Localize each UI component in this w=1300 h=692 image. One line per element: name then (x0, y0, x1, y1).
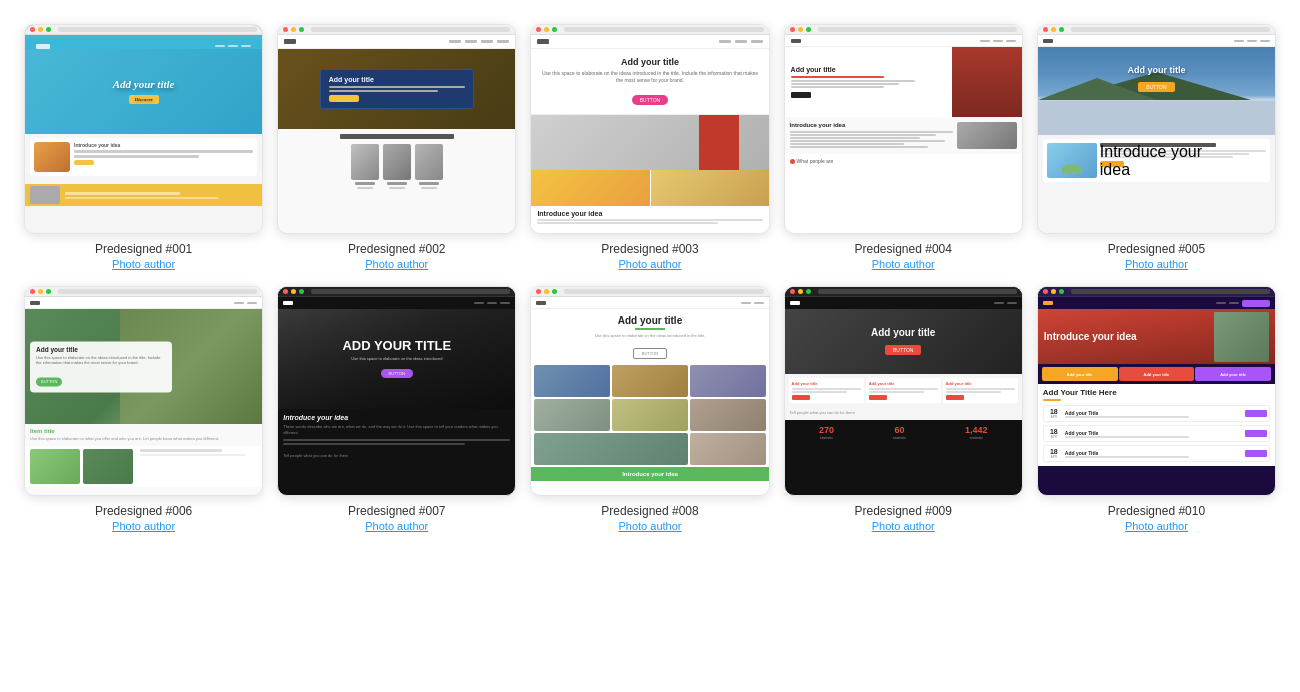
template-grid: Add your title Discover Introduce your i… (24, 24, 1276, 532)
t004-hero-btn[interactable] (791, 92, 811, 98)
template-label-002: Predesigned #002 (348, 242, 445, 256)
t009-stat2: 60 (893, 425, 906, 435)
t004-sec-title: Introduce your idea (790, 122, 953, 128)
t010-hero-title: Introduce your idea (1044, 331, 1214, 342)
template-author-006[interactable]: Photo author (112, 520, 175, 532)
t010-row-btn-1[interactable] (1245, 410, 1267, 417)
template-label-004: Predesigned #004 (854, 242, 951, 256)
t010-tab3[interactable]: Add your title (1220, 372, 1246, 377)
template-preview-005[interactable]: Add your title BUTTON Introduce your ide… (1037, 24, 1276, 234)
template-label-010: Predesigned #010 (1108, 504, 1205, 518)
template-author-009[interactable]: Photo author (872, 520, 935, 532)
template-preview-001[interactable]: Add your title Discover Introduce your i… (24, 24, 263, 234)
t009-card-btn-2[interactable] (869, 395, 887, 400)
template-item-002[interactable]: Add your title (277, 24, 516, 270)
t008-hero-btn[interactable]: BUTTON (633, 348, 667, 359)
template-author-007[interactable]: Photo author (365, 520, 428, 532)
template-item-010[interactable]: Introduce your idea Add your title Add y… (1037, 286, 1276, 532)
template-author-010[interactable]: Photo author (1125, 520, 1188, 532)
template-item-005[interactable]: Add your title BUTTON Introduce your ide… (1037, 24, 1276, 270)
t009-stat1: 270 (819, 425, 834, 435)
template-item-008[interactable]: Add your title Use this space to elabora… (530, 286, 769, 532)
template-label-005: Predesigned #005 (1108, 242, 1205, 256)
template-author-005[interactable]: Photo author (1125, 258, 1188, 270)
t009-stat3: 1,442 (965, 425, 988, 435)
t009-hero-btn[interactable]: BUTTON (885, 345, 921, 355)
template-author-002[interactable]: Photo author (365, 258, 428, 270)
t007-hero-btn[interactable]: BUTTON (381, 369, 413, 378)
t003-hero-title: Add your title (539, 57, 760, 67)
template-author-008[interactable]: Photo author (618, 520, 681, 532)
t006-hero-title: Add your title (36, 346, 166, 353)
t006-sec-title: Item title (30, 428, 257, 434)
template-preview-003[interactable]: Add your title Use this space to elabora… (530, 24, 769, 234)
template-item-001[interactable]: Add your title Discover Introduce your i… (24, 24, 263, 270)
t004-hero-title: Add your title (791, 66, 946, 73)
template-item-003[interactable]: Add your title Use this space to elabora… (530, 24, 769, 270)
t008-section-title: Introduce your idea (535, 471, 764, 477)
template-preview-009[interactable]: Add your title BUTTON Add your title Add… (784, 286, 1023, 496)
template-author-003[interactable]: Photo author (618, 258, 681, 270)
template-label-003: Predesigned #003 (601, 242, 698, 256)
t010-tab1[interactable]: Add your title (1067, 372, 1093, 377)
t007-sec-title: Introduce your idea (283, 414, 510, 421)
t003-section-title: Introduce your idea (537, 210, 762, 217)
template-preview-010[interactable]: Introduce your idea Add your title Add y… (1037, 286, 1276, 496)
t008-hero-title: Add your title (539, 315, 760, 326)
t007-hero-title: Add your title (342, 339, 451, 353)
template-label-006: Predesigned #006 (95, 504, 192, 518)
t005-hero-btn[interactable]: BUTTON (1138, 82, 1174, 92)
t010-main-title: Add Your Title Here (1043, 388, 1270, 397)
template-preview-004[interactable]: Add your title Introduce your idea (784, 24, 1023, 234)
t010-row-btn-2[interactable] (1245, 430, 1267, 437)
t002-hero-btn[interactable] (329, 95, 359, 102)
t001-hero-title: Add your title (113, 78, 175, 90)
t002-hero-title: Add your title (329, 76, 465, 83)
template-label-009: Predesigned #009 (854, 504, 951, 518)
t010-row-btn-3[interactable] (1245, 450, 1267, 457)
template-label-001: Predesigned #001 (95, 242, 192, 256)
template-preview-008[interactable]: Add your title Use this space to elabora… (530, 286, 769, 496)
t009-hero-title: Add your title (871, 327, 935, 338)
template-item-006[interactable]: Add your title Use this space to elabora… (24, 286, 263, 532)
template-item-009[interactable]: Add your title BUTTON Add your title Add… (784, 286, 1023, 532)
t001-section-title: Introduce your idea (74, 142, 253, 148)
template-preview-002[interactable]: Add your title (277, 24, 516, 234)
t004-red-dot (790, 159, 795, 164)
t009-card-btn-1[interactable] (792, 395, 810, 400)
t001-hero-btn[interactable]: Discover (129, 95, 159, 104)
template-preview-007[interactable]: Add your title Use this space to elabora… (277, 286, 516, 496)
t006-hero-btn[interactable]: BUTTON (36, 377, 62, 386)
t009-card-btn-3[interactable] (946, 395, 964, 400)
template-author-001[interactable]: Photo author (112, 258, 175, 270)
template-label-007: Predesigned #007 (348, 504, 445, 518)
t004-what-label: What people are (797, 158, 834, 164)
t005-hero-title: Add your title (1038, 65, 1275, 75)
template-label-008: Predesigned #008 (601, 504, 698, 518)
t005-card-title: Introduce your idea (1100, 143, 1216, 147)
template-item-004[interactable]: Add your title Introduce your idea (784, 24, 1023, 270)
t003-hero-btn[interactable]: BUTTON (632, 95, 668, 105)
template-preview-006[interactable]: Add your title Use this space to elabora… (24, 286, 263, 496)
t010-tab2[interactable]: Add your title (1144, 372, 1170, 377)
gallery-container: Add your title Discover Introduce your i… (0, 0, 1300, 692)
template-author-004[interactable]: Photo author (872, 258, 935, 270)
template-item-007[interactable]: Add your title Use this space to elabora… (277, 286, 516, 532)
